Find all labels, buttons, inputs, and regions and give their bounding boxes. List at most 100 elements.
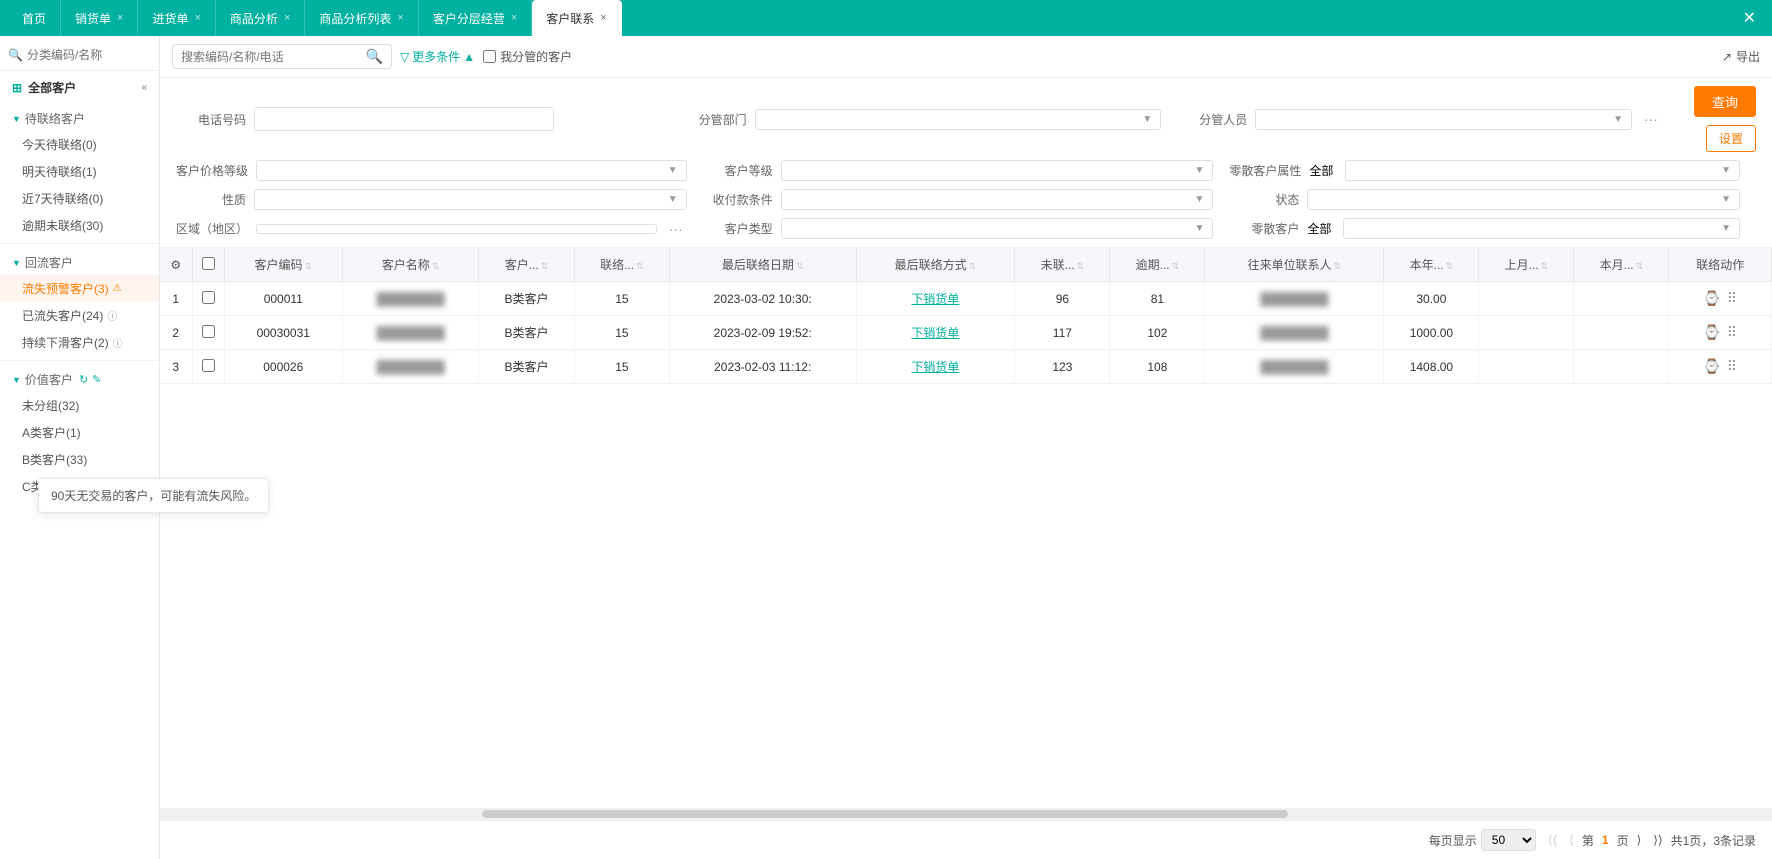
close-icon[interactable]: × [117, 12, 123, 24]
search-go-button[interactable]: 🔍 [366, 48, 383, 65]
sidebar-item-today-pending[interactable]: 今天待联络(0) [0, 131, 159, 158]
more-options-icon[interactable]: ··· [665, 221, 687, 237]
close-icon[interactable]: × [194, 12, 200, 24]
tab-customer-contact[interactable]: 客户联系 × [532, 0, 621, 36]
row-checkbox[interactable] [192, 282, 224, 316]
caret-down-icon: ▼ [668, 165, 678, 176]
caret-down-icon: ▼ [1194, 194, 1204, 205]
col-this-month[interactable]: 本月...⇅ [1574, 248, 1669, 282]
collapse-icon: « [141, 82, 147, 93]
more-conditions-button[interactable]: ▽ 更多条件 ▲ [400, 48, 475, 65]
col-checkbox[interactable] [192, 248, 224, 282]
sidebar-search-input[interactable] [27, 48, 160, 62]
manager-select[interactable]: ▼ [1255, 109, 1632, 130]
region-select[interactable] [256, 224, 657, 234]
dept-select[interactable]: ▼ [755, 109, 1162, 130]
row-last-contact-method[interactable]: 下销货单 [856, 282, 1015, 316]
sidebar-item-lost-warning[interactable]: 流失预警客户(3) ⚠ [0, 275, 159, 302]
sort-icon: ⇅ [541, 261, 549, 271]
tab-product-analysis[interactable]: 商品分析 × [216, 0, 305, 36]
sidebar-item-7day-pending[interactable]: 近7天待联络(0) [0, 185, 159, 212]
first-page-button[interactable]: ⟨⟨ [1544, 831, 1561, 849]
phone-input[interactable] [254, 107, 554, 131]
zero-customer-select[interactable]: ▼ [1343, 218, 1740, 239]
gender-select[interactable]: ▼ [254, 189, 687, 210]
tab-customer-segmentation[interactable]: 客户分层经营 × [419, 0, 532, 36]
window-close-button[interactable]: ✕ [1735, 8, 1764, 28]
sidebar-item-unclassified[interactable]: 未分组(32) [0, 392, 159, 419]
contact-icon[interactable]: ⌚ [1703, 290, 1720, 307]
info-icon: ⓘ [113, 335, 123, 350]
sidebar-item-tomorrow-pending[interactable]: 明天待联络(1) [0, 158, 159, 185]
export-button[interactable]: ↗ 导出 [1722, 48, 1760, 65]
last-page-button[interactable]: ⟩⟩ [1649, 831, 1666, 849]
col-last-contact-date[interactable]: 最后联络日期⇅ [669, 248, 856, 282]
row-last-contact-method[interactable]: 下销货单 [856, 350, 1015, 384]
sidebar-lost-customers-group[interactable]: ▼ 回流客户 [0, 248, 159, 275]
sidebar-item-class-b[interactable]: B类客户(33) [0, 446, 159, 473]
status-select[interactable]: ▼ [1307, 189, 1740, 210]
sidebar-value-customers-group[interactable]: ▼ 价值客户 ↻ ✎ [0, 365, 159, 392]
edit-icon[interactable]: ✎ [92, 373, 101, 386]
filter-row-2: 客户价格等级 ▼ 客户等级 ▼ 零散客户属性 全部 [176, 160, 1756, 181]
contact-icon[interactable]: ⌚ [1703, 358, 1720, 375]
more-action-icon[interactable]: ⠿ [1727, 324, 1737, 341]
tab-sales-order[interactable]: 销货单 × [61, 0, 138, 36]
my-customers-checkbox[interactable] [483, 50, 496, 63]
row-this-year: 1000.00 [1384, 316, 1479, 350]
sidebar-pending-contact-group[interactable]: ▼ 待联络客户 [0, 104, 159, 131]
row-select-checkbox[interactable] [202, 291, 215, 304]
more-options-icon[interactable]: ··· [1640, 111, 1662, 127]
col-type[interactable]: 客户...⇅ [479, 248, 575, 282]
query-button[interactable]: 查询 [1694, 86, 1756, 117]
price-level-select[interactable]: ▼ [256, 160, 687, 181]
more-action-icon[interactable]: ⠿ [1727, 358, 1737, 375]
col-contact-person[interactable]: 往来单位联系人⇅ [1205, 248, 1384, 282]
sidebar-item-class-a[interactable]: A类客户(1) [0, 419, 159, 446]
sidebar-item-overdue-pending[interactable]: 逾期未联络(30) [0, 212, 159, 239]
col-code[interactable]: 客户编码⇅ [224, 248, 343, 282]
col-this-year[interactable]: 本年...⇅ [1384, 248, 1479, 282]
my-customers-checkbox-label[interactable]: 我分管的客户 [483, 48, 572, 65]
row-checkbox[interactable] [192, 316, 224, 350]
payment-label: 收付款条件 [703, 191, 773, 208]
select-all-checkbox[interactable] [202, 257, 215, 270]
search-input[interactable] [181, 50, 366, 64]
row-select-checkbox[interactable] [202, 359, 215, 372]
settings-button[interactable]: 设置 [1706, 125, 1756, 152]
row-last-contact-method[interactable]: 下销货单 [856, 316, 1015, 350]
sidebar-divider-2 [0, 360, 159, 361]
scrollbar-thumb[interactable] [482, 810, 1288, 818]
col-settings[interactable]: ⚙ [160, 248, 192, 282]
row-checkbox[interactable] [192, 350, 224, 384]
sidebar-item-already-lost[interactable]: 已流失客户(24) ⓘ [0, 302, 159, 329]
zero-attr-select[interactable]: ▼ [1345, 160, 1740, 181]
close-icon[interactable]: × [397, 12, 403, 24]
more-action-icon[interactable]: ⠿ [1727, 290, 1737, 307]
next-page-button[interactable]: ⟩ [1633, 831, 1646, 849]
tab-product-analysis-list[interactable]: 商品分析列表 × [305, 0, 418, 36]
sidebar-all-customers[interactable]: ⊞ 全部客户 « [0, 71, 159, 104]
horizontal-scrollbar[interactable] [160, 808, 1772, 820]
close-icon[interactable]: × [284, 12, 290, 24]
close-icon[interactable]: × [600, 12, 606, 24]
prev-page-button[interactable]: ⟨ [1565, 831, 1578, 849]
customer-level-select[interactable]: ▼ [781, 160, 1214, 181]
customer-type-select[interactable]: ▼ [781, 218, 1214, 239]
col-uncontacted[interactable]: 未联...⇅ [1015, 248, 1110, 282]
tab-home[interactable]: 首页 [8, 0, 61, 36]
page-size-select[interactable]: 50 100 200 [1481, 829, 1536, 851]
refresh-icon[interactable]: ↻ [79, 373, 88, 386]
close-icon[interactable]: × [511, 12, 517, 24]
tab-purchase-order[interactable]: 进货单 × [138, 0, 215, 36]
row-select-checkbox[interactable] [202, 325, 215, 338]
sidebar-item-declining[interactable]: 持续下滑客户(2) ⓘ [0, 329, 159, 356]
col-overdue[interactable]: 逾期...⇅ [1110, 248, 1205, 282]
col-contact[interactable]: 联络...⇅ [574, 248, 669, 282]
status-label: 状态 [1229, 191, 1299, 208]
col-name[interactable]: 客户名称⇅ [343, 248, 479, 282]
payment-select[interactable]: ▼ [781, 189, 1214, 210]
col-last-month[interactable]: 上月...⇅ [1479, 248, 1574, 282]
col-last-contact-method[interactable]: 最后联络方式⇅ [856, 248, 1015, 282]
contact-icon[interactable]: ⌚ [1703, 324, 1720, 341]
